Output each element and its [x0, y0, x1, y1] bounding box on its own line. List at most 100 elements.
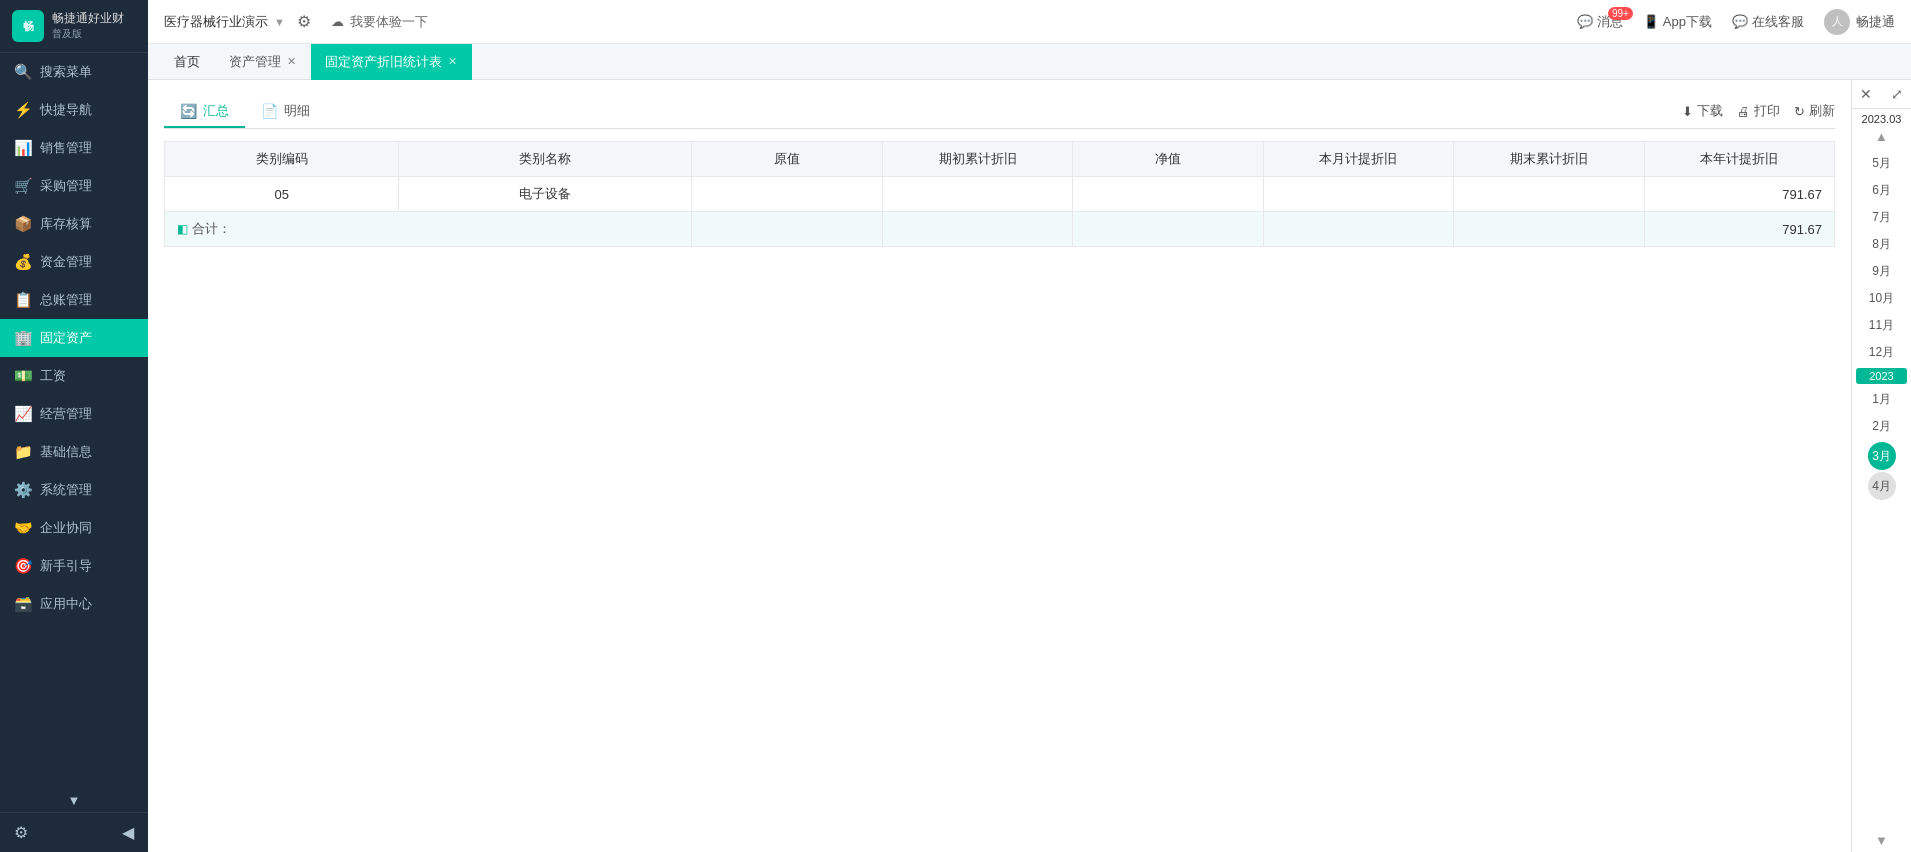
- sidebar-item-search[interactable]: 🔍 搜索菜单: [0, 53, 148, 91]
- sidebar-item-quick[interactable]: ⚡ 快捷导航: [0, 91, 148, 129]
- col-header-month-depr: 本月计提折旧: [1263, 142, 1453, 177]
- month-item-9[interactable]: 9月: [1852, 258, 1911, 285]
- sidebar-item-basic[interactable]: 📁 基础信息: [0, 433, 148, 471]
- table-header-row: 类别编码 类别名称 原值 期初累计折旧 净值 本月计提折旧 期末累计折旧 本年计…: [165, 142, 1835, 177]
- print-button[interactable]: 🖨 打印: [1737, 102, 1780, 120]
- refresh-button[interactable]: ↻ 刷新: [1794, 102, 1835, 120]
- username-label: 畅捷通: [1856, 13, 1895, 31]
- col-header-end-depr: 期末累计折旧: [1454, 142, 1644, 177]
- ledger-icon: 📋: [14, 291, 32, 309]
- quick-icon: ⚡: [14, 101, 32, 119]
- month-item-4[interactable]: 4月: [1868, 472, 1896, 500]
- right-panel-expand-icon[interactable]: ⤢: [1891, 86, 1903, 102]
- col-header-init-depr: 期初累计折旧: [882, 142, 1072, 177]
- month-item-11[interactable]: 11月: [1852, 312, 1911, 339]
- detail-icon: 📄: [261, 103, 278, 119]
- month-item-8[interactable]: 8月: [1852, 231, 1911, 258]
- month-item-2[interactable]: 2月: [1852, 413, 1911, 440]
- company-selector[interactable]: 医疗器械行业演示 ▼: [164, 13, 285, 31]
- download-icon: ⬇: [1682, 104, 1693, 119]
- total-net: [1073, 212, 1263, 247]
- purchase-icon: 🛒: [14, 177, 32, 195]
- message-badge: 99+: [1608, 7, 1633, 20]
- month-scroll-up-button[interactable]: ▲: [1852, 125, 1911, 148]
- sidebar-item-ledger[interactable]: 📋 总账管理: [0, 281, 148, 319]
- sales-icon: 📊: [14, 139, 32, 157]
- topbar: 医疗器械行业演示 ▼ ⚙ ☁ 我要体验一下 💬 消息 99+ 📱 App下载 💬…: [148, 0, 1911, 44]
- main-area: 医疗器械行业演示 ▼ ⚙ ☁ 我要体验一下 💬 消息 99+ 📱 App下载 💬…: [148, 0, 1911, 852]
- topbar-settings-icon[interactable]: ⚙: [297, 12, 311, 31]
- month-scroll-down-button[interactable]: ▼: [1852, 829, 1911, 852]
- sub-tabs: 🔄 汇总 📄 明细: [164, 96, 326, 128]
- sidebar-nav: 🔍 搜索菜单 ⚡ 快捷导航 📊 销售管理 🛒 采购管理 📦 库存核算 💰 资金管…: [0, 53, 148, 789]
- total-init-depr: [882, 212, 1072, 247]
- fixed-icon: 🏢: [14, 329, 32, 347]
- table-row: 05 电子设备 791.67: [165, 177, 1835, 212]
- sidebar-item-appstore[interactable]: 🗃️ 应用中心: [0, 585, 148, 623]
- sidebar-item-operations[interactable]: 📈 经营管理: [0, 395, 148, 433]
- col-header-net: 净值: [1073, 142, 1263, 177]
- logo-text: 畅捷通好业财: [52, 11, 124, 27]
- month-item-7[interactable]: 7月: [1852, 204, 1911, 231]
- tab-depreciation-close[interactable]: ✕: [448, 55, 457, 68]
- finance-icon: 💰: [14, 253, 32, 271]
- year-label-2023: 2023: [1856, 368, 1907, 384]
- tab-depreciation[interactable]: 固定资产折旧统计表 ✕: [311, 44, 472, 80]
- inventory-icon: 📦: [14, 215, 32, 233]
- service-icon: 💬: [1732, 14, 1748, 29]
- sidebar-item-system[interactable]: ⚙️ 系统管理: [0, 471, 148, 509]
- cell-init-depr: [882, 177, 1072, 212]
- tab-home[interactable]: 首页: [160, 44, 215, 80]
- sidebar-toggle-icon[interactable]: ◀: [122, 823, 134, 842]
- appstore-icon: 🗃️: [14, 595, 32, 613]
- total-original: [692, 212, 882, 247]
- month-item-6[interactable]: 6月: [1852, 177, 1911, 204]
- month-item-5[interactable]: 5月: [1852, 150, 1911, 177]
- sidebar-item-payroll[interactable]: 💵 工资: [0, 357, 148, 395]
- experience-button[interactable]: ☁ 我要体验一下: [331, 13, 428, 31]
- sidebar-item-enterprise[interactable]: 🤝 企业协同: [0, 509, 148, 547]
- sidebar-scroll-down[interactable]: ▼: [0, 789, 148, 812]
- month-item-1[interactable]: 1月: [1852, 386, 1911, 413]
- sidebar-item-inventory[interactable]: 📦 库存核算: [0, 205, 148, 243]
- payroll-icon: 💵: [14, 367, 32, 385]
- message-icon: 💬: [1577, 14, 1593, 29]
- month-item-3-selected[interactable]: 3月: [1868, 442, 1896, 470]
- month-item-10[interactable]: 10月: [1852, 285, 1911, 312]
- logo-icon: 畅: [12, 10, 44, 42]
- avatar: 人: [1824, 9, 1850, 35]
- online-service-button[interactable]: 💬 在线客服: [1732, 13, 1804, 31]
- sidebar-item-sales[interactable]: 📊 销售管理: [0, 129, 148, 167]
- app-download-icon: 📱: [1643, 14, 1659, 29]
- sidebar-settings-icon[interactable]: ⚙: [14, 823, 28, 842]
- guide-icon: 🎯: [14, 557, 32, 575]
- col-header-year-depr: 本年计提折旧: [1644, 142, 1834, 177]
- content-inner: 🔄 汇总 📄 明细 ⬇ 下载 🖨 打印: [164, 96, 1835, 836]
- tab-depreciation-label: 固定资产折旧统计表: [325, 53, 442, 71]
- company-arrow-icon: ▼: [274, 16, 285, 28]
- total-icon: ◧: [177, 222, 188, 236]
- download-button[interactable]: ⬇ 下载: [1682, 102, 1723, 120]
- tab-asset-mgmt[interactable]: 资产管理 ✕: [215, 44, 311, 80]
- message-button[interactable]: 💬 消息 99+: [1577, 13, 1623, 31]
- tabbar: 首页 资产管理 ✕ 固定资产折旧统计表 ✕: [148, 44, 1911, 80]
- tab-asset-mgmt-close[interactable]: ✕: [287, 55, 296, 68]
- sidebar-item-finance[interactable]: 💰 资金管理: [0, 243, 148, 281]
- right-panel-close-icon[interactable]: ✕: [1860, 86, 1872, 102]
- search-icon: 🔍: [14, 63, 32, 81]
- sidebar-item-purchase[interactable]: 🛒 采购管理: [0, 167, 148, 205]
- table-wrap: 类别编码 类别名称 原值 期初累计折旧 净值 本月计提折旧 期末累计折旧 本年计…: [164, 141, 1835, 836]
- sub-tab-summary[interactable]: 🔄 汇总: [164, 96, 245, 128]
- app-logo: 畅 畅捷通好业财 普及版: [0, 0, 148, 53]
- sidebar-item-guide[interactable]: 🎯 新手引导: [0, 547, 148, 585]
- depreciation-table: 类别编码 类别名称 原值 期初累计折旧 净值 本月计提折旧 期末累计折旧 本年计…: [164, 141, 1835, 247]
- sidebar-item-fixed[interactable]: 🏢 固定资产: [0, 319, 148, 357]
- system-icon: ⚙️: [14, 481, 32, 499]
- sub-tab-detail[interactable]: 📄 明细: [245, 96, 326, 128]
- date-title: 2023.03: [1852, 109, 1911, 125]
- user-menu[interactable]: 人 畅捷通: [1824, 9, 1895, 35]
- company-name: 医疗器械行业演示: [164, 13, 268, 31]
- right-panel: ✕ ⤢ 2023.03 ▲ 5月 6月 7月 8月 9月 10月 11月 12月…: [1851, 80, 1911, 852]
- month-item-12[interactable]: 12月: [1852, 339, 1911, 366]
- app-download-button[interactable]: 📱 App下载: [1643, 13, 1712, 31]
